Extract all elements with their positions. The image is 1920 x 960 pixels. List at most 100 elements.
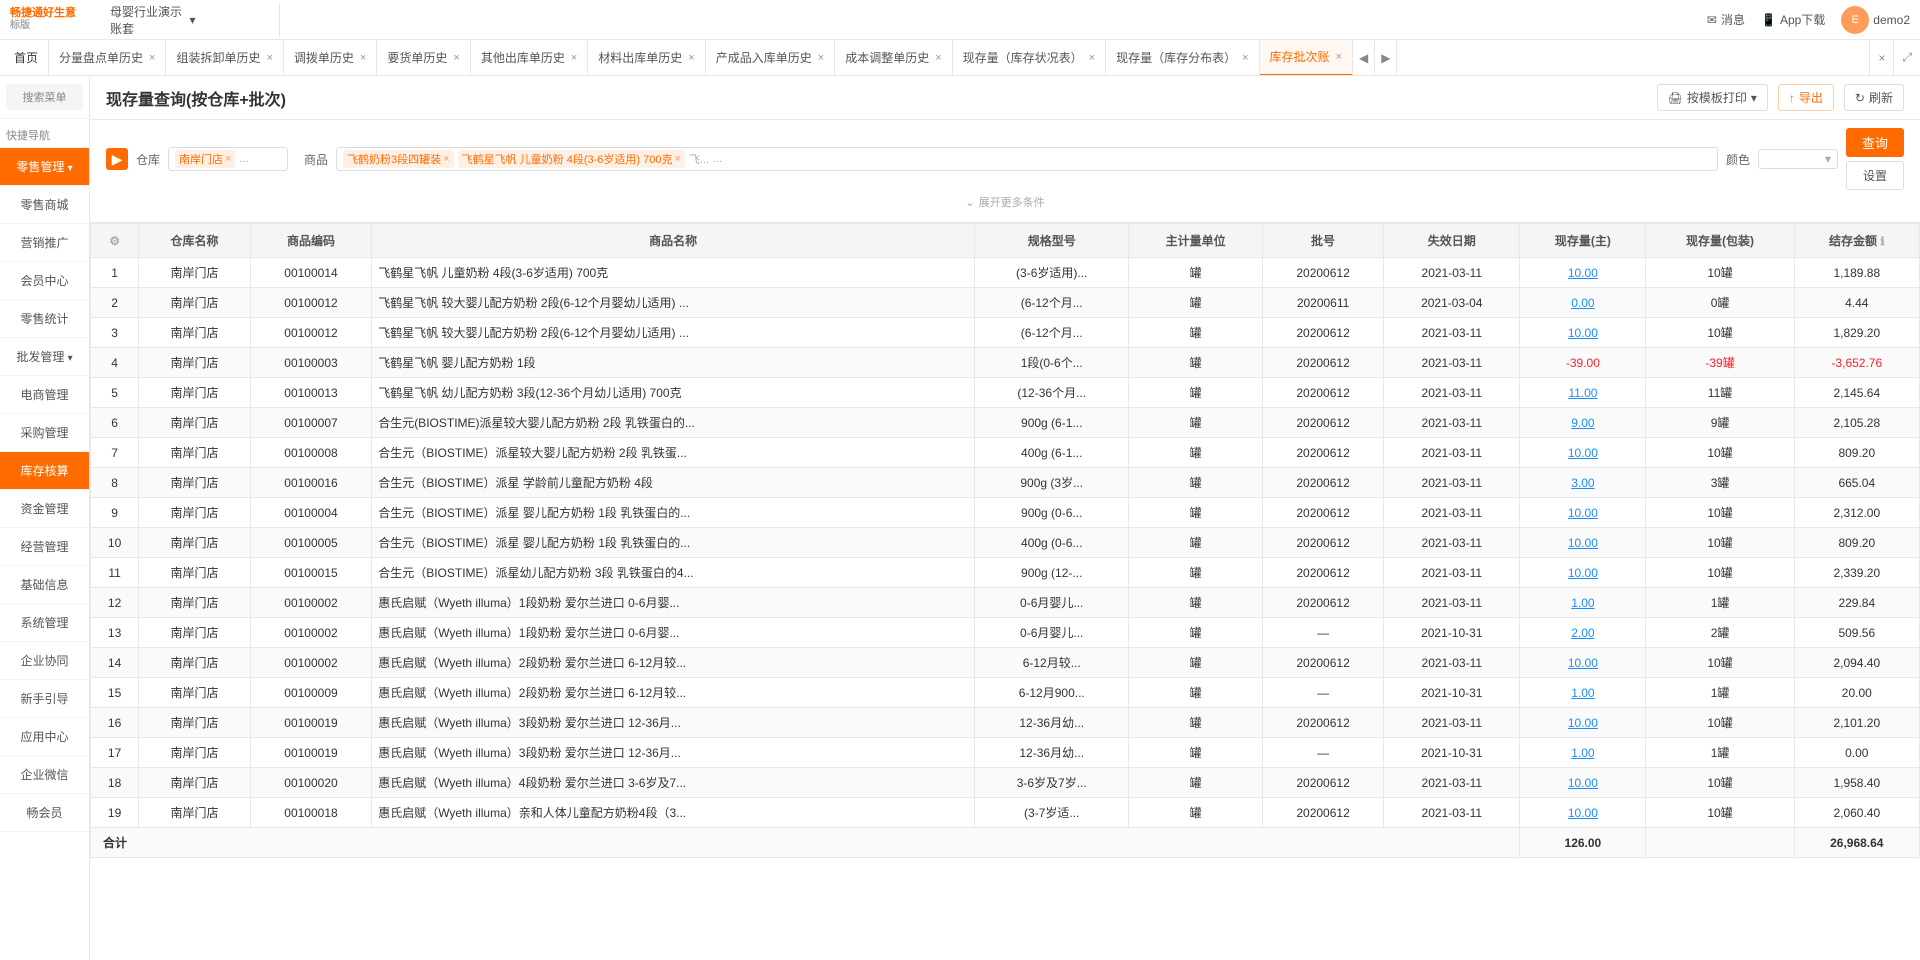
sidebar-item-finance[interactable]: 资金管理 bbox=[0, 490, 89, 528]
filter-row: ▶ 仓库 南岸门店 × ... 商品 飞鹤奶粉3段四罐装 × 飞鹤星飞帆 儿童奶… bbox=[106, 128, 1904, 190]
remove-tag-icon[interactable]: × bbox=[225, 153, 231, 165]
sidebar-item-appscenter[interactable]: 应用中心 bbox=[0, 718, 89, 756]
close-icon[interactable]: × bbox=[453, 52, 459, 64]
td-stock[interactable]: 1.00 bbox=[1520, 738, 1646, 768]
tab-chanpin[interactable]: 产成品入库单历史 × bbox=[706, 40, 835, 76]
td-unit: 罐 bbox=[1129, 738, 1263, 768]
td-stock[interactable]: 1.00 bbox=[1520, 588, 1646, 618]
close-icon[interactable]: × bbox=[360, 52, 366, 64]
td-stock[interactable]: 2.00 bbox=[1520, 618, 1646, 648]
product-tag-1[interactable]: 飞鹤奶粉3段四罐装 × bbox=[343, 150, 454, 168]
setting-btn[interactable]: 设置 bbox=[1846, 161, 1904, 190]
tab-xiancunzhuang[interactable]: 现存量（库存状况表） × bbox=[953, 40, 1106, 76]
td-stock[interactable]: 1.00 bbox=[1520, 678, 1646, 708]
close-icon[interactable]: × bbox=[1336, 51, 1342, 63]
sidebar-item-member2[interactable]: 畅会员 bbox=[0, 794, 89, 832]
messages-btn[interactable]: ✉ 消息 bbox=[1707, 11, 1745, 28]
sidebar-item-wholesale[interactable]: 批发管理 ▾ bbox=[0, 338, 89, 376]
td-stock[interactable]: 10.00 bbox=[1520, 558, 1646, 588]
td-stock[interactable]: 11.00 bbox=[1520, 378, 1646, 408]
td-amount: -3,652.76 bbox=[1794, 348, 1919, 378]
sidebar-item-marketing[interactable]: 营销推广 bbox=[0, 224, 89, 262]
sidebar-item-guide[interactable]: 新手引导 bbox=[0, 680, 89, 718]
sidebar-item-shop[interactable]: 零售商城 bbox=[0, 186, 89, 224]
td-stock[interactable]: 10.00 bbox=[1520, 528, 1646, 558]
close-icon[interactable]: × bbox=[818, 52, 824, 64]
product-tag-2[interactable]: 飞鹤星飞帆 儿童奶粉 4段(3-6岁适用) 700克 × bbox=[458, 150, 685, 168]
td-amount: 229.84 bbox=[1794, 588, 1919, 618]
tab-chengben[interactable]: 成本调整单历史 × bbox=[835, 40, 952, 76]
app-download-btn[interactable]: 📱 App下载 bbox=[1761, 11, 1825, 28]
expand-more-btn[interactable]: ⌄ 展开更多条件 bbox=[965, 194, 1044, 210]
tab-qitachuku[interactable]: 其他出库单历史 × bbox=[471, 40, 588, 76]
warehouse-filter[interactable]: 南岸门店 × ... bbox=[168, 147, 288, 171]
td-stock-pkg: 10罐 bbox=[1646, 648, 1794, 678]
filter-expand-btn[interactable]: ▶ bbox=[106, 148, 128, 170]
close-icon[interactable]: × bbox=[935, 52, 941, 64]
product-filter[interactable]: 飞鹤奶粉3段四罐装 × 飞鹤星飞帆 儿童奶粉 4段(3-6岁适用) 700克 ×… bbox=[336, 147, 1718, 171]
sidebar-item-weixin[interactable]: 企业微信 bbox=[0, 756, 89, 794]
search-menu-btn[interactable]: 搜索菜单 bbox=[6, 84, 83, 110]
close-icon[interactable]: × bbox=[266, 52, 272, 64]
sidebar-item-inventory[interactable]: 库存核算 bbox=[0, 452, 89, 490]
close-icon[interactable]: × bbox=[688, 52, 694, 64]
tab-cailiao[interactable]: 材料出库单历史 × bbox=[588, 40, 705, 76]
close-icon[interactable]: × bbox=[571, 52, 577, 64]
td-stock[interactable]: 10.00 bbox=[1520, 318, 1646, 348]
td-stock[interactable]: 10.00 bbox=[1520, 708, 1646, 738]
td-stock[interactable]: 10.00 bbox=[1520, 768, 1646, 798]
td-stock[interactable]: 10.00 bbox=[1520, 798, 1646, 828]
export-btn[interactable]: ↑ 导出 bbox=[1778, 84, 1834, 111]
sidebar-item-member[interactable]: 会员中心 bbox=[0, 262, 89, 300]
td-stock[interactable]: 10.00 bbox=[1520, 438, 1646, 468]
tab-home[interactable]: 首页 bbox=[4, 40, 49, 76]
tab-prev-btn[interactable]: ◀ bbox=[1353, 40, 1375, 76]
product-more-dots[interactable]: ... bbox=[713, 153, 722, 165]
warehouse-tag[interactable]: 南岸门店 × bbox=[175, 150, 235, 168]
sidebar-item-purchase[interactable]: 采购管理 bbox=[0, 414, 89, 452]
remove-tag-icon[interactable]: × bbox=[674, 153, 680, 165]
td-stock[interactable]: 10.00 bbox=[1520, 258, 1646, 288]
td-unit: 罐 bbox=[1129, 708, 1263, 738]
sidebar-item-retailstat[interactable]: 零售统计 bbox=[0, 300, 89, 338]
tab-close-btn[interactable]: × bbox=[1869, 40, 1893, 76]
tab-yaohuo[interactable]: 要货单历史 × bbox=[377, 40, 470, 76]
tab-extra: × ⤢ bbox=[1869, 40, 1920, 76]
sidebar-search-area[interactable]: 搜索菜单 bbox=[0, 76, 89, 119]
td-stock[interactable]: 10.00 bbox=[1520, 498, 1646, 528]
tab-next-btn[interactable]: ▶ bbox=[1375, 40, 1397, 76]
tab-maximize-btn[interactable]: ⤢ bbox=[1893, 40, 1920, 76]
tab-zuzhuang[interactable]: 组装拆卸单历史 × bbox=[166, 40, 283, 76]
td-stock-pkg: 0罐 bbox=[1646, 288, 1794, 318]
template-print-btn[interactable]: 🖨 按模板打印 ▾ bbox=[1657, 84, 1768, 111]
tab-diaobuo[interactable]: 调拨单历史 × bbox=[284, 40, 377, 76]
td-batch: 20200612 bbox=[1262, 768, 1383, 798]
td-stock[interactable]: 10.00 bbox=[1520, 648, 1646, 678]
th-settings[interactable]: ⚙ bbox=[91, 224, 139, 258]
sidebar-item-operation[interactable]: 经营管理 bbox=[0, 528, 89, 566]
refresh-btn[interactable]: ↻ 刷新 bbox=[1844, 84, 1904, 111]
sidebar-item-basic[interactable]: 基础信息 bbox=[0, 566, 89, 604]
search-btn[interactable]: 查询 bbox=[1846, 128, 1904, 157]
sidebar-item-system[interactable]: 系统管理 bbox=[0, 604, 89, 642]
sidebar-item-retail[interactable]: 零售管理 ▾ bbox=[0, 148, 89, 186]
tab-xiancunpici[interactable]: 库存批次账 × bbox=[1260, 40, 1353, 76]
warehouse-more[interactable]: ... bbox=[239, 153, 248, 165]
remove-tag-icon[interactable]: × bbox=[443, 153, 449, 165]
tab-xiancunfenbu[interactable]: 现存量（库存分布表） × bbox=[1106, 40, 1259, 76]
sidebar-item-ecommerce[interactable]: 电商管理 bbox=[0, 376, 89, 414]
td-stock[interactable]: 9.00 bbox=[1520, 408, 1646, 438]
account-selector[interactable]: 母婴行业演示账套 ▾ bbox=[100, 3, 280, 37]
color-filter[interactable]: ▾ bbox=[1758, 149, 1838, 169]
sidebar-quick-nav[interactable]: 快捷导航 bbox=[0, 119, 89, 148]
product-more[interactable]: 飞... bbox=[689, 151, 709, 167]
tab-fenliang[interactable]: 分量盘点单历史 × bbox=[49, 40, 166, 76]
td-amount: 2,094.40 bbox=[1794, 648, 1919, 678]
td-stock[interactable]: 3.00 bbox=[1520, 468, 1646, 498]
sidebar-item-enterprise[interactable]: 企业协同 bbox=[0, 642, 89, 680]
td-stock[interactable]: 0.00 bbox=[1520, 288, 1646, 318]
user-avatar-btn[interactable]: E demo2 bbox=[1841, 6, 1910, 34]
close-icon[interactable]: × bbox=[1089, 52, 1095, 64]
close-icon[interactable]: × bbox=[149, 52, 155, 64]
close-icon[interactable]: × bbox=[1242, 52, 1248, 64]
